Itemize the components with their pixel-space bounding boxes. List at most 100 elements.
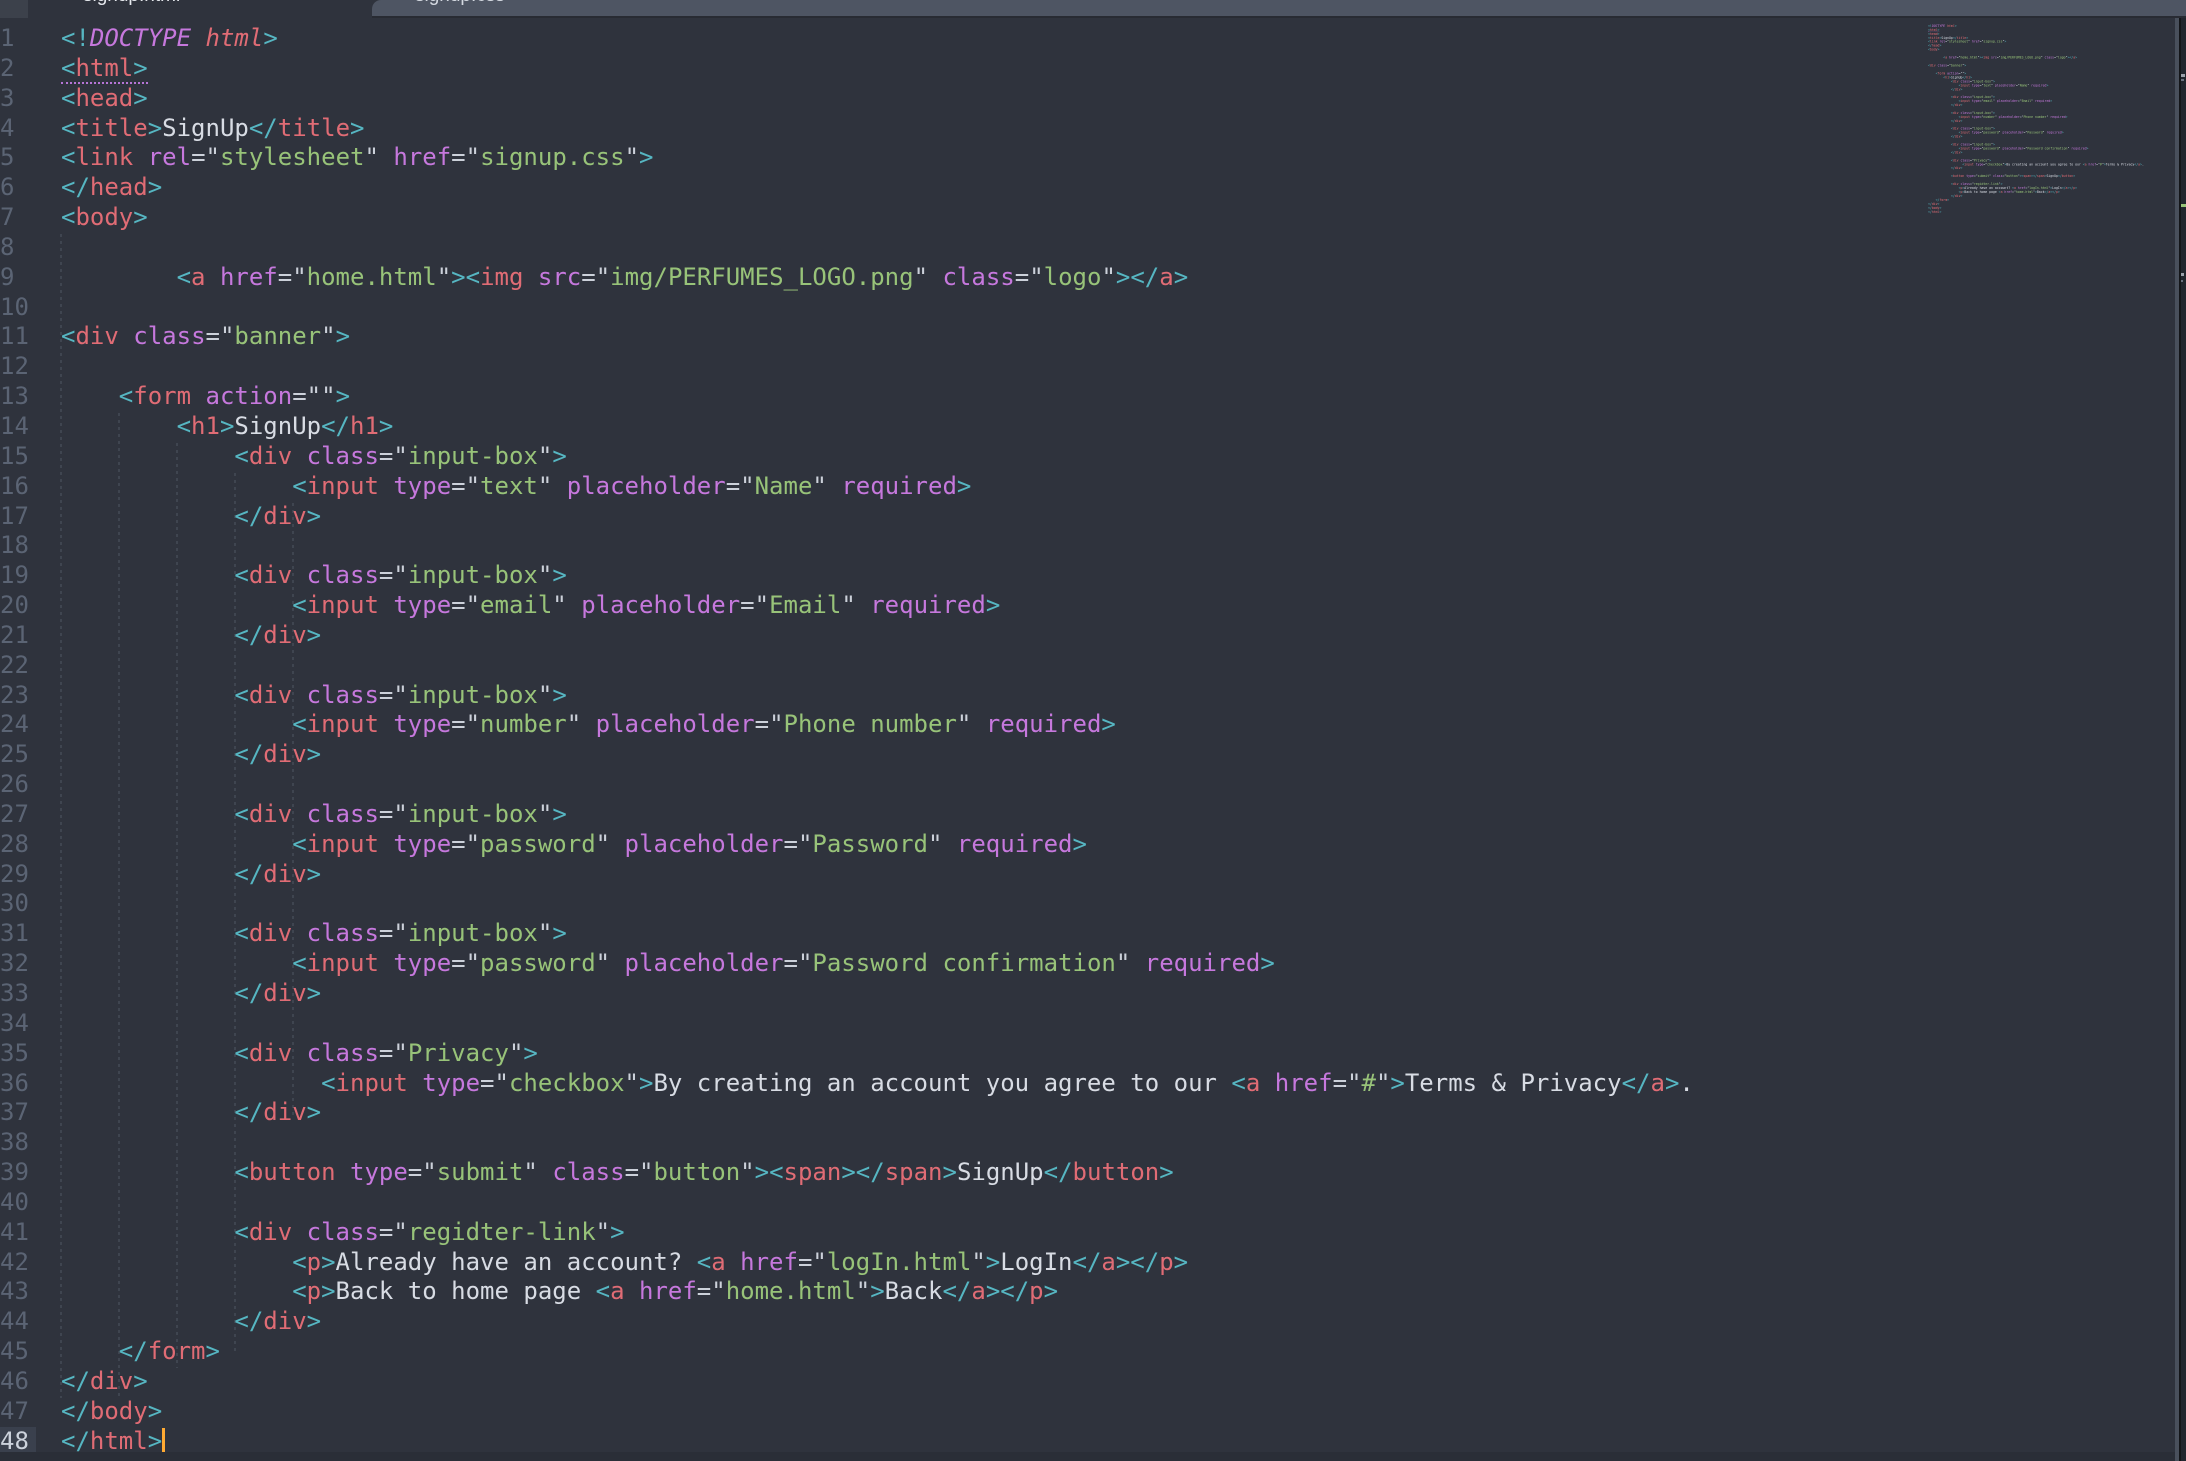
line-number[interactable]: 7 xyxy=(0,203,36,233)
adjacent-pane-fragment xyxy=(2181,74,2185,77)
code-line: 9 <a href="home.html"><img src="img/PERF… xyxy=(0,262,1189,293)
line-number[interactable]: 11 xyxy=(0,322,36,352)
code-area: 1 <!DOCTYPE html> 2 <html> 3 <head> 4 <title>Si… xyxy=(0,24,1694,1457)
tab-signup-css[interactable]: signup.css xyxy=(372,0,2186,18)
code-line: 13 <form action=""> xyxy=(0,382,351,412)
line-number[interactable]: 32 xyxy=(0,949,36,979)
code-editor-window: signup.html signup.css 1<!DOCTYPE html>2… xyxy=(0,0,2186,1461)
editor-pane[interactable]: 1 <!DOCTYPE html> 2 <html> 3 <head> 4 <title>Si… xyxy=(0,18,2176,1461)
line-number[interactable]: 9 xyxy=(0,263,36,293)
line-number[interactable]: 2 xyxy=(0,54,36,84)
code-line: 18 xyxy=(0,531,1694,561)
tab-bar: signup.html signup.css xyxy=(0,0,2186,18)
tab-signup-css-label: signup.css xyxy=(415,0,505,7)
code-line: 7 <body> xyxy=(0,203,148,233)
line-number[interactable]: 18 xyxy=(0,531,36,561)
code-line: 15 <div class="input-box"> xyxy=(0,441,567,472)
adjacent-pane-fragment xyxy=(2181,273,2184,276)
line-number[interactable]: 4 xyxy=(0,114,36,144)
line-number[interactable]: 31 xyxy=(0,919,36,949)
adjacent-pane-fragment xyxy=(2181,79,2184,81)
line-number[interactable]: 28 xyxy=(0,830,36,860)
code-line: 23 <div class="input-box"> xyxy=(0,680,567,711)
code-line: 29 </div> xyxy=(0,859,322,890)
line-number[interactable]: 47 xyxy=(0,1397,36,1427)
line-number[interactable]: 16 xyxy=(0,472,36,502)
line-number[interactable]: 44 xyxy=(0,1307,36,1337)
line-number[interactable]: 1 xyxy=(0,24,36,54)
line-number[interactable]: 39 xyxy=(0,1158,36,1188)
line-number[interactable]: 29 xyxy=(0,860,36,890)
line-number[interactable]: 25 xyxy=(0,740,36,770)
line-number[interactable]: 45 xyxy=(0,1337,36,1367)
code-line: 11 <div class="banner"> xyxy=(0,322,351,352)
code-line: 14 <h1>SignUp</h1> xyxy=(0,411,394,442)
line-number[interactable]: 23 xyxy=(0,681,36,711)
code-line: 16 <input type="text" placeholder="Name"… xyxy=(0,471,972,502)
code-line: 34 xyxy=(0,1009,1694,1039)
code-line: 5 <link rel="stylesheet" href="signup.css… xyxy=(0,143,654,173)
line-number[interactable]: 38 xyxy=(0,1128,36,1158)
line-number[interactable]: 24 xyxy=(0,710,36,740)
code-line: 37 </div> xyxy=(0,1098,322,1128)
line-number[interactable]: 12 xyxy=(0,352,36,382)
line-number[interactable]: 10 xyxy=(0,293,36,323)
line-number[interactable]: 43 xyxy=(0,1277,36,1307)
code-line: </div> xyxy=(1950,118,1963,123)
code-line: 41 <div class="regidter-link"> xyxy=(0,1217,625,1248)
line-number[interactable]: 8 xyxy=(0,233,36,263)
adjacent-pane-sliver xyxy=(2181,18,2186,1461)
line-number[interactable]: 13 xyxy=(0,382,36,412)
code-line: 12 xyxy=(0,352,1694,382)
bottom-pane-edge xyxy=(0,1452,2176,1461)
code-line: 44 </div> xyxy=(0,1307,322,1337)
code-line: 43 <p>Back to home page <a href="home.ht… xyxy=(0,1277,1059,1307)
code-line: 38 xyxy=(0,1128,1694,1158)
line-number[interactable]: 33 xyxy=(0,979,36,1009)
line-number[interactable]: 21 xyxy=(0,621,36,651)
code-line: 47 </body> xyxy=(0,1396,163,1427)
code-line: <button type="submit" class="button"><sp… xyxy=(1950,174,2076,178)
line-number[interactable]: 22 xyxy=(0,651,36,681)
line-number[interactable]: 3 xyxy=(0,84,36,114)
code-line: 30 xyxy=(0,889,1694,919)
line-number[interactable]: 34 xyxy=(0,1009,36,1039)
code-line: 4 <title>SignUp</title> xyxy=(0,113,365,144)
line-number[interactable]: 5 xyxy=(0,143,36,173)
code-line: 21 </div> xyxy=(0,620,322,651)
line-number[interactable]: 40 xyxy=(0,1188,36,1218)
line-number[interactable]: 27 xyxy=(0,800,36,830)
line-number[interactable]: 30 xyxy=(0,889,36,919)
code-line: </div> xyxy=(1950,150,1963,155)
line-number[interactable]: 37 xyxy=(0,1098,36,1128)
code-line: 24 <input type="number" placeholder="Pho… xyxy=(0,710,1116,740)
line-number[interactable]: 35 xyxy=(0,1039,36,1069)
line-number[interactable]: 42 xyxy=(0,1248,36,1278)
line-number[interactable]: 17 xyxy=(0,502,36,532)
line-number[interactable]: 26 xyxy=(0,770,36,800)
code-line: 28 <input type="password" placeholder="P… xyxy=(0,829,1087,860)
tab-signup-html[interactable]: signup.html xyxy=(28,0,372,18)
minimap[interactable]: <!DOCTYPE html> <html> <head> <title>SignUp… xyxy=(1928,24,2168,784)
code-line: 20 <input type="email" placeholder="Emai… xyxy=(0,591,1001,621)
tab-signup-html-label: signup.html xyxy=(83,0,180,7)
code-line: </div> xyxy=(1950,87,1963,91)
code-line: 2 <html> xyxy=(0,53,148,84)
line-number[interactable]: 19 xyxy=(0,561,36,591)
code-line: 39 <button type="submit" class="button">… xyxy=(0,1158,1174,1188)
line-number[interactable]: 6 xyxy=(0,173,36,203)
line-number[interactable]: 41 xyxy=(0,1218,36,1248)
line-number[interactable]: 46 xyxy=(0,1367,36,1397)
line-number[interactable]: 15 xyxy=(0,442,36,472)
minimap-content: <!DOCTYPE html> <html> <head> <title>SignUp… xyxy=(1928,24,2144,214)
code-line: 33 </div> xyxy=(0,979,322,1009)
line-number[interactable]: 36 xyxy=(0,1069,36,1099)
code-line: 27 <div class="input-box"> xyxy=(0,799,567,830)
line-number[interactable]: 14 xyxy=(0,412,36,442)
code-line: 19 <div class="input-box"> xyxy=(0,561,567,591)
code-line: </div> xyxy=(1950,134,1963,139)
code-line: 1 <!DOCTYPE html> xyxy=(0,24,278,54)
line-number[interactable]: 20 xyxy=(0,591,36,621)
code-line: 22 xyxy=(0,651,1694,681)
code-line: 17 </div> xyxy=(0,501,322,532)
